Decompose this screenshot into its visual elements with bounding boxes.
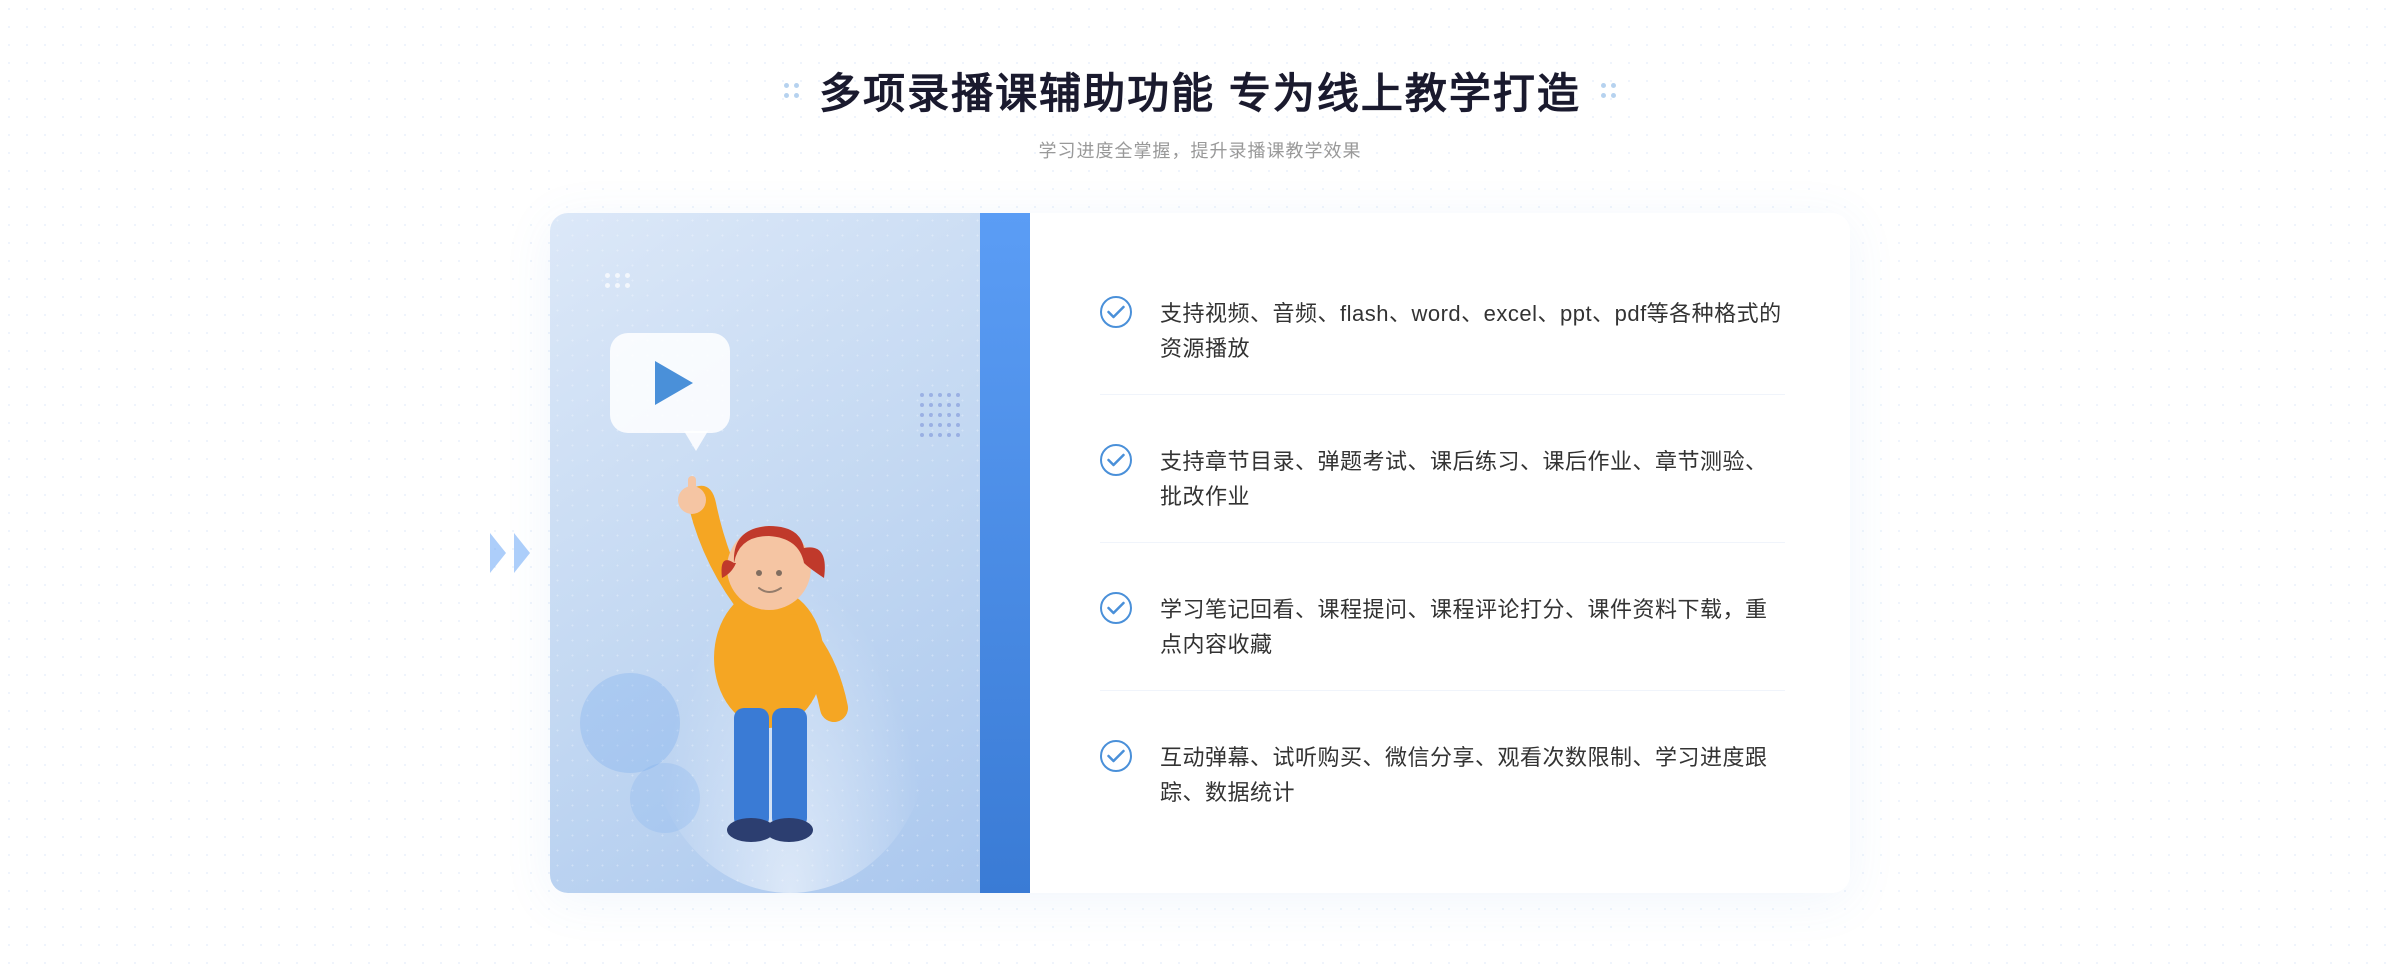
small-dots-decoration	[605, 273, 630, 288]
check-icon-2	[1100, 444, 1132, 476]
check-icon-1	[1100, 296, 1132, 328]
feature-item-2: 支持章节目录、弹题考试、课后练习、课后作业、章节测验、批改作业	[1100, 416, 1785, 543]
title-deco-left	[784, 83, 799, 98]
blue-accent-bar	[980, 213, 1030, 893]
page-wrapper: 多项录播课辅助功能 专为线上教学打造 学习进度全掌握，提升录播课教学效果	[0, 0, 2400, 974]
page-title: 多项录播课辅助功能 专为线上教学打造	[784, 60, 1616, 121]
title-deco-right	[1601, 83, 1616, 98]
feature-item-4: 互动弹幕、试听购买、微信分享、观看次数限制、学习进度跟踪、数据统计	[1100, 712, 1785, 838]
title-text: 多项录播课辅助功能 专为线上教学打造	[819, 60, 1581, 121]
feature-text-3: 学习笔记回看、课程提问、课程评论打分、课件资料下载，重点内容收藏	[1160, 592, 1785, 662]
feature-text-4: 互动弹幕、试听购买、微信分享、观看次数限制、学习进度跟踪、数据统计	[1160, 740, 1785, 810]
feature-item-3: 学习笔记回看、课程提问、课程评论打分、课件资料下载，重点内容收藏	[1100, 564, 1785, 691]
main-content-card: 支持视频、音频、flash、word、excel、ppt、pdf等各种格式的资源…	[550, 213, 1850, 893]
feature-text-1: 支持视频、音频、flash、word、excel、ppt、pdf等各种格式的资源…	[1160, 296, 1785, 366]
feature-item-1: 支持视频、音频、flash、word、excel、ppt、pdf等各种格式的资源…	[1100, 268, 1785, 395]
check-icon-3	[1100, 592, 1132, 624]
page-subtitle: 学习进度全掌握，提升录播课教学效果	[784, 137, 1616, 163]
feature-text-2: 支持章节目录、弹题考试、课后练习、课后作业、章节测验、批改作业	[1160, 444, 1785, 514]
header-section: 多项录播课辅助功能 专为线上教学打造 学习进度全掌握，提升录播课教学效果	[784, 60, 1616, 163]
left-chevron-decoration	[490, 533, 530, 573]
features-panel: 支持视频、音频、flash、word、excel、ppt、pdf等各种格式的资源…	[1030, 213, 1850, 893]
illustration-panel	[550, 213, 1030, 893]
person-illustration	[614, 368, 934, 893]
check-icon-4	[1100, 740, 1132, 772]
